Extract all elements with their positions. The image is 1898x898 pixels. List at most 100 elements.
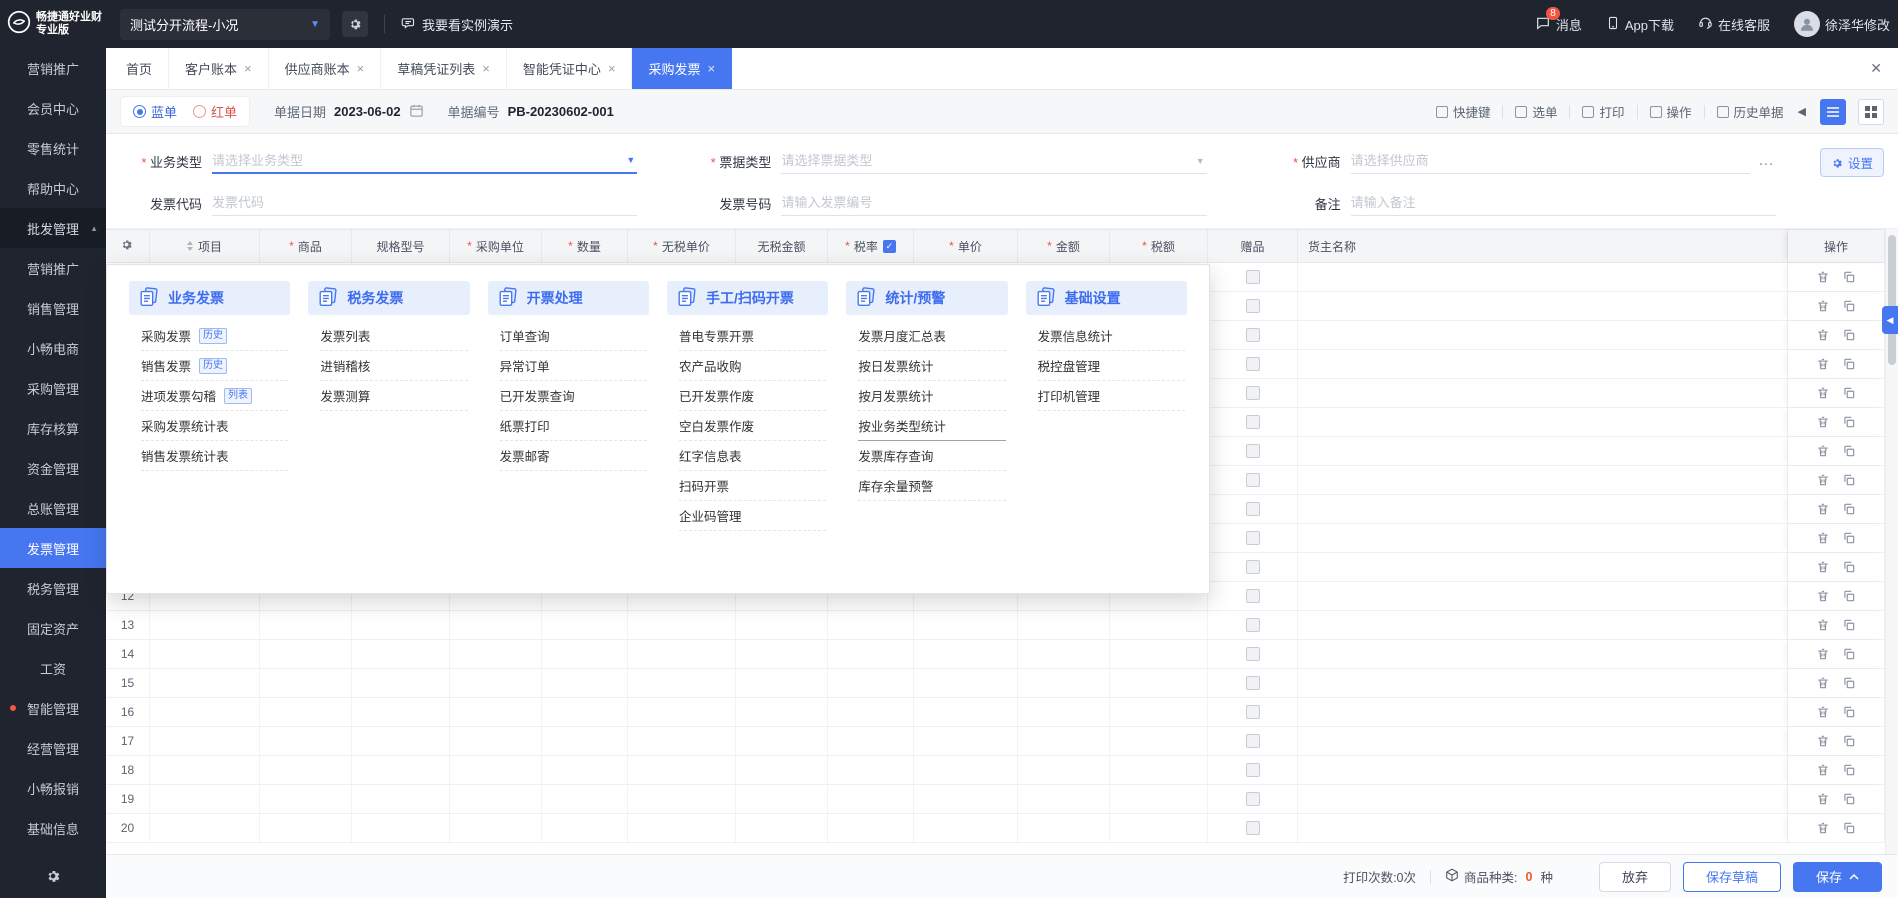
copy-row-icon[interactable] xyxy=(1842,531,1856,545)
column-header[interactable]: 操作 xyxy=(1788,230,1885,262)
sidebar-item[interactable]: 营销推广 xyxy=(0,48,106,88)
sidebar-item[interactable]: 帮助中心 xyxy=(0,168,106,208)
popup-menu-item[interactable]: 发票月度汇总表 xyxy=(858,321,1006,351)
invoice-number-input[interactable] xyxy=(781,195,1207,210)
sidebar-item[interactable]: 固定资产 xyxy=(0,608,106,648)
red-invoice-radio[interactable]: 红单 xyxy=(193,102,237,121)
invoice-code-input[interactable] xyxy=(212,195,638,210)
copy-row-icon[interactable] xyxy=(1842,386,1856,400)
table-row[interactable]: 20 xyxy=(106,814,1885,843)
delete-row-icon[interactable] xyxy=(1816,647,1830,661)
delete-row-icon[interactable] xyxy=(1816,444,1830,458)
gift-checkbox[interactable] xyxy=(1245,270,1260,284)
delete-row-icon[interactable] xyxy=(1816,734,1830,748)
copy-row-icon[interactable] xyxy=(1842,270,1856,284)
tab[interactable]: 草稿凭证列表 × xyxy=(381,48,507,89)
gift-checkbox[interactable] xyxy=(1245,589,1260,603)
delete-row-icon[interactable] xyxy=(1816,502,1830,516)
column-header[interactable]: 商品 xyxy=(260,230,352,262)
user-menu[interactable]: 徐泽华修改 xyxy=(1793,11,1890,37)
popup-section-header[interactable]: 基础设置 xyxy=(1025,281,1187,315)
popup-menu-item[interactable]: 税控盘管理 xyxy=(1037,351,1185,381)
copy-row-icon[interactable] xyxy=(1842,444,1856,458)
popup-menu-item[interactable]: 进项发票勾稽 列表 xyxy=(141,381,289,411)
popup-menu-item[interactable]: 按业务类型统计 xyxy=(858,411,1006,441)
sidebar-item[interactable]: 税务管理 xyxy=(0,568,106,608)
popup-menu-item[interactable]: 已开发票查询 xyxy=(499,381,647,411)
sidebar-item[interactable]: 基础信息 xyxy=(0,808,106,848)
gift-checkbox[interactable] xyxy=(1245,415,1260,429)
ticket-type-select[interactable]: ▼ xyxy=(781,148,1207,174)
popup-menu-item[interactable]: 销售发票 历史 xyxy=(141,351,289,381)
column-header[interactable]: 税额 xyxy=(1110,230,1208,262)
sidebar-item[interactable]: 小畅报销 xyxy=(0,768,106,808)
copy-row-icon[interactable] xyxy=(1842,473,1856,487)
tab-close-icon[interactable]: × xyxy=(707,61,715,76)
list-view-button[interactable] xyxy=(1820,98,1846,125)
popup-menu-item[interactable]: 库存余量预警 xyxy=(858,471,1006,501)
calendar-icon[interactable] xyxy=(409,103,424,121)
copy-row-icon[interactable] xyxy=(1842,618,1856,632)
sidebar-item[interactable]: 销售管理 xyxy=(0,288,106,328)
popup-section-header[interactable]: 业务发票 xyxy=(129,281,291,315)
sidebar-item[interactable]: 零售统计 xyxy=(0,128,106,168)
popup-menu-item[interactable]: 订单查询 xyxy=(499,321,647,351)
popup-menu-item[interactable]: 销售发票统计表 xyxy=(141,441,289,471)
batch-set-icon[interactable]: ✓ xyxy=(882,239,896,253)
gift-checkbox[interactable] xyxy=(1245,357,1260,371)
messages-button[interactable]: 8 消息 xyxy=(1535,6,1582,34)
delete-row-icon[interactable] xyxy=(1816,328,1830,342)
table-row[interactable]: 13 xyxy=(106,611,1885,640)
gift-checkbox[interactable] xyxy=(1245,792,1260,806)
sidebar-item[interactable]: 总账管理 xyxy=(0,488,106,528)
popup-menu-item[interactable]: 红字信息表 xyxy=(678,441,827,471)
toolbar-action[interactable]: 历史单据 xyxy=(1716,102,1784,121)
delete-row-icon[interactable] xyxy=(1816,386,1830,400)
sidebar-item[interactable]: 会员中心 xyxy=(0,88,106,128)
popup-menu-item[interactable]: 已开发票作废 xyxy=(678,381,827,411)
tab[interactable]: 首页 xyxy=(110,48,170,89)
online-service-button[interactable]: 在线客服 xyxy=(1698,15,1770,34)
popup-menu-item[interactable]: 进销稽核 xyxy=(320,351,468,381)
delete-row-icon[interactable] xyxy=(1816,618,1830,632)
gift-checkbox[interactable] xyxy=(1245,444,1260,458)
copy-row-icon[interactable] xyxy=(1842,328,1856,342)
copy-row-icon[interactable] xyxy=(1842,676,1856,690)
sidebar-item[interactable]: 批发管理 ▲ xyxy=(0,208,106,248)
popup-menu-item[interactable]: 按日发票统计 xyxy=(858,351,1006,381)
table-row[interactable]: 14 xyxy=(106,640,1885,669)
sort-icon[interactable] xyxy=(186,241,193,251)
tab-close-icon[interactable]: × xyxy=(608,61,616,76)
toolbar-action[interactable]: 选单 xyxy=(1515,102,1557,121)
popup-menu-item[interactable]: 农产品收购 xyxy=(678,351,827,381)
blue-invoice-radio[interactable]: 蓝单 xyxy=(133,102,177,121)
popup-menu-item[interactable]: 发票列表 xyxy=(320,321,468,351)
gift-checkbox[interactable] xyxy=(1245,821,1260,835)
delete-row-icon[interactable] xyxy=(1816,705,1830,719)
gift-checkbox[interactable] xyxy=(1245,386,1260,400)
grid-view-button[interactable] xyxy=(1858,98,1884,125)
gift-checkbox[interactable] xyxy=(1245,560,1260,574)
sidebar-item[interactable]: 工资 xyxy=(0,648,106,688)
org-settings-gear-icon[interactable] xyxy=(342,11,368,37)
column-header[interactable]: 货主名称 xyxy=(1298,230,1788,262)
column-header[interactable]: 赠品 xyxy=(1208,230,1298,262)
copy-row-icon[interactable] xyxy=(1842,502,1856,516)
popup-section-header[interactable]: 手工/扫码开票 xyxy=(666,281,829,315)
popup-menu-item[interactable]: 发票库存查询 xyxy=(858,441,1006,471)
gift-checkbox[interactable] xyxy=(1245,647,1260,661)
popup-menu-item[interactable]: 发票测算 xyxy=(320,381,468,411)
sidebar-item[interactable]: 营销推广 xyxy=(0,248,106,288)
delete-row-icon[interactable] xyxy=(1816,676,1830,690)
gift-checkbox[interactable] xyxy=(1245,502,1260,516)
tab-close-icon[interactable]: × xyxy=(244,61,252,76)
delete-row-icon[interactable] xyxy=(1816,560,1830,574)
delete-row-icon[interactable] xyxy=(1816,792,1830,806)
gift-checkbox[interactable] xyxy=(1245,531,1260,545)
popup-menu-item[interactable]: 打印机管理 xyxy=(1037,381,1185,411)
remark-control[interactable] xyxy=(1350,190,1776,216)
delete-row-icon[interactable] xyxy=(1816,589,1830,603)
invoice-code-control[interactable] xyxy=(212,190,638,216)
save-button[interactable]: 保存 xyxy=(1792,861,1882,892)
popup-section-header[interactable]: 税务发票 xyxy=(308,281,470,315)
